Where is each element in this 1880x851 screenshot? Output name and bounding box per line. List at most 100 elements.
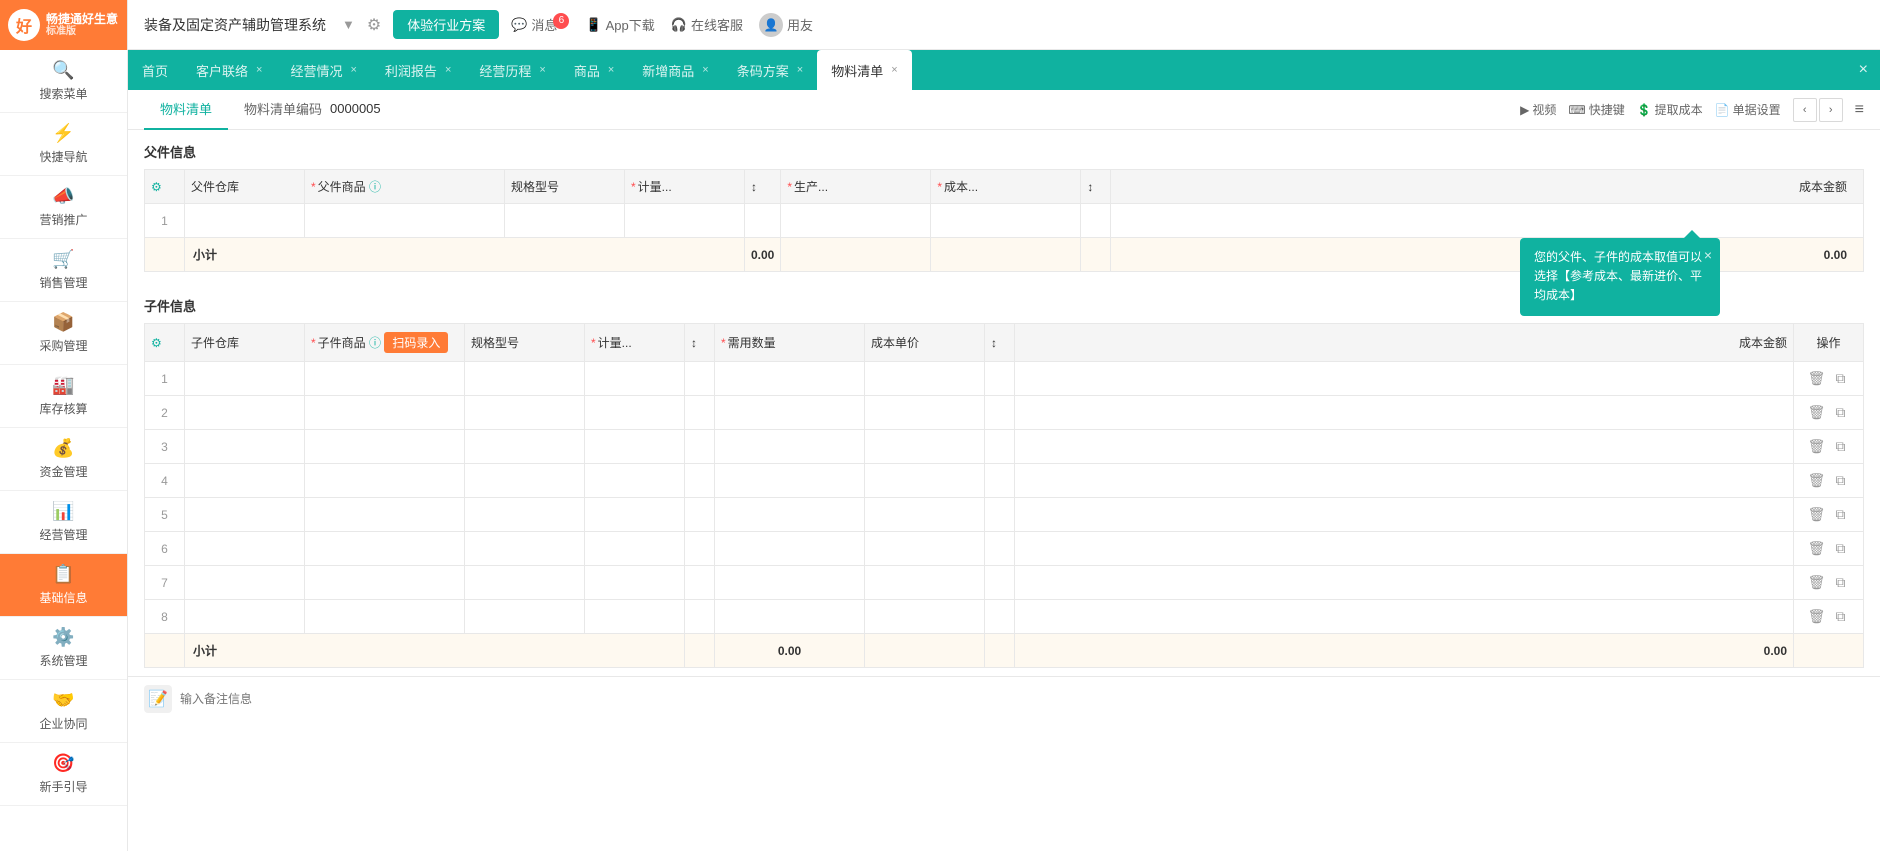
nav-tab-new-goods[interactable]: 新增商品×: [628, 50, 722, 90]
pager-prev[interactable]: ‹: [1793, 98, 1817, 122]
nav-tab-home[interactable]: 首页: [128, 50, 182, 90]
child-unit-cost-cell[interactable]: [865, 566, 985, 600]
child-qty-cell[interactable]: [585, 498, 685, 532]
child-spec-cell[interactable]: [465, 362, 585, 396]
child-warehouse-cell[interactable]: [185, 532, 305, 566]
th-gear-parent[interactable]: ⚙: [145, 170, 185, 204]
copy-icon-7[interactable]: ⧉: [1831, 573, 1851, 593]
copy-icon-8[interactable]: ⧉: [1831, 607, 1851, 627]
pager-next[interactable]: ›: [1819, 98, 1843, 122]
sidebar-item-inventory[interactable]: 🏭库存核算: [0, 365, 127, 428]
copy-icon-1[interactable]: ⧉: [1831, 369, 1851, 389]
child-unit-cost-cell[interactable]: [865, 396, 985, 430]
copy-icon-6[interactable]: ⧉: [1831, 539, 1851, 559]
topbar-settings-icon[interactable]: ⚙: [367, 15, 381, 35]
sidebar-item-purchase[interactable]: 📦采购管理: [0, 302, 127, 365]
nav-tab-bom[interactable]: 物料清单×: [817, 50, 911, 90]
copy-icon-3[interactable]: ⧉: [1831, 437, 1851, 457]
child-required-qty-cell[interactable]: [715, 464, 865, 498]
child-warehouse-cell[interactable]: [185, 464, 305, 498]
child-goods-cell[interactable]: [305, 498, 465, 532]
child-required-qty-cell[interactable]: [715, 600, 865, 634]
child-required-qty-cell[interactable]: [715, 430, 865, 464]
sidebar-item-operations[interactable]: 📊经营管理: [0, 491, 127, 554]
close-all-tabs[interactable]: ×: [1847, 61, 1880, 79]
child-spec-cell[interactable]: [465, 566, 585, 600]
user-btn[interactable]: 👤 用友: [759, 13, 813, 37]
delete-icon-4[interactable]: 🗑: [1807, 471, 1827, 491]
sub-tab-bom-code[interactable]: 物料清单编码 0000005: [228, 90, 397, 130]
nav-tab-goods[interactable]: 商品×: [560, 50, 628, 90]
child-goods-cell[interactable]: [305, 566, 465, 600]
child-qty-cell[interactable]: [585, 464, 685, 498]
th-child-sort[interactable]: ↕: [685, 324, 715, 362]
child-unit-cost-cell[interactable]: [865, 430, 985, 464]
child-required-qty-cell[interactable]: [715, 498, 865, 532]
child-spec-cell[interactable]: [465, 532, 585, 566]
parent-spec-cell[interactable]: [505, 204, 625, 238]
child-qty-cell[interactable]: [585, 396, 685, 430]
child-warehouse-cell[interactable]: [185, 600, 305, 634]
parent-cost-cell[interactable]: [931, 204, 1081, 238]
child-qty-cell[interactable]: [585, 430, 685, 464]
message-btn[interactable]: 💬 消息 6: [511, 15, 569, 34]
child-required-qty-cell[interactable]: [715, 532, 865, 566]
delete-icon-8[interactable]: 🗑: [1807, 607, 1827, 627]
child-warehouse-cell[interactable]: [185, 498, 305, 532]
delete-icon-2[interactable]: 🗑: [1807, 403, 1827, 423]
th-parent-sort2[interactable]: ↕: [1081, 170, 1111, 204]
child-goods-cell[interactable]: [305, 464, 465, 498]
menu-icon[interactable]: ≡: [1855, 101, 1864, 119]
child-goods-cell[interactable]: [305, 600, 465, 634]
child-warehouse-cell[interactable]: [185, 566, 305, 600]
child-warehouse-cell[interactable]: [185, 396, 305, 430]
delete-icon-5[interactable]: 🗑: [1807, 505, 1827, 525]
th-child-sort2[interactable]: ↕: [985, 324, 1015, 362]
copy-icon-5[interactable]: ⧉: [1831, 505, 1851, 525]
child-unit-cost-cell[interactable]: [865, 600, 985, 634]
sidebar-item-system[interactable]: ⚙️系统管理: [0, 617, 127, 680]
nav-tab-history[interactable]: 经营历程×: [465, 50, 559, 90]
tooltip-close-btn[interactable]: ×: [1704, 244, 1712, 266]
child-required-qty-cell[interactable]: [715, 362, 865, 396]
child-qty-cell[interactable]: [585, 600, 685, 634]
parent-production-cell[interactable]: [781, 204, 931, 238]
sidebar-item-guide[interactable]: 🎯新手引导: [0, 743, 127, 806]
toolbar-view[interactable]: ▶ 视频: [1520, 101, 1556, 118]
toolbar-single-settings[interactable]: 📄 单据设置: [1715, 101, 1781, 118]
child-warehouse-cell[interactable]: [185, 362, 305, 396]
child-spec-cell[interactable]: [465, 464, 585, 498]
child-qty-cell[interactable]: [585, 566, 685, 600]
child-goods-cell[interactable]: [305, 532, 465, 566]
sidebar-item-finance[interactable]: 💰资金管理: [0, 428, 127, 491]
delete-icon-1[interactable]: 🗑: [1807, 369, 1827, 389]
parent-quantity-cell[interactable]: [625, 204, 745, 238]
child-goods-cell[interactable]: [305, 362, 465, 396]
note-input[interactable]: [180, 692, 1864, 706]
toolbar-shortcut[interactable]: ⌨ 快捷键: [1568, 101, 1624, 118]
trial-btn[interactable]: 体验行业方案: [393, 10, 499, 39]
copy-icon-4[interactable]: ⧉: [1831, 471, 1851, 491]
delete-icon-3[interactable]: 🗑: [1807, 437, 1827, 457]
topbar-dropdown-icon[interactable]: ▼: [342, 17, 355, 32]
child-spec-cell[interactable]: [465, 396, 585, 430]
child-unit-cost-cell[interactable]: [865, 498, 985, 532]
child-spec-cell[interactable]: [465, 600, 585, 634]
scan-btn[interactable]: 扫码录入: [384, 332, 448, 353]
child-spec-cell[interactable]: [465, 430, 585, 464]
child-goods-cell[interactable]: [305, 430, 465, 464]
sidebar-item-sales[interactable]: 🛒销售管理: [0, 239, 127, 302]
parent-warehouse-cell[interactable]: [185, 204, 305, 238]
child-required-qty-cell[interactable]: [715, 396, 865, 430]
child-unit-cost-cell[interactable]: [865, 464, 985, 498]
child-required-qty-cell[interactable]: [715, 566, 865, 600]
toolbar-extract-cost[interactable]: 💲 提取成本: [1637, 101, 1703, 118]
app-download-btn[interactable]: 📱 App下载: [585, 15, 654, 34]
child-goods-cell[interactable]: [305, 396, 465, 430]
nav-tab-barcode[interactable]: 条码方案×: [723, 50, 817, 90]
sub-tab-bom-list[interactable]: 物料清单: [144, 90, 228, 130]
child-qty-cell[interactable]: [585, 362, 685, 396]
parent-goods-cell[interactable]: [305, 204, 505, 238]
sidebar-item-marketing[interactable]: 📣营销推广: [0, 176, 127, 239]
child-spec-cell[interactable]: [465, 498, 585, 532]
